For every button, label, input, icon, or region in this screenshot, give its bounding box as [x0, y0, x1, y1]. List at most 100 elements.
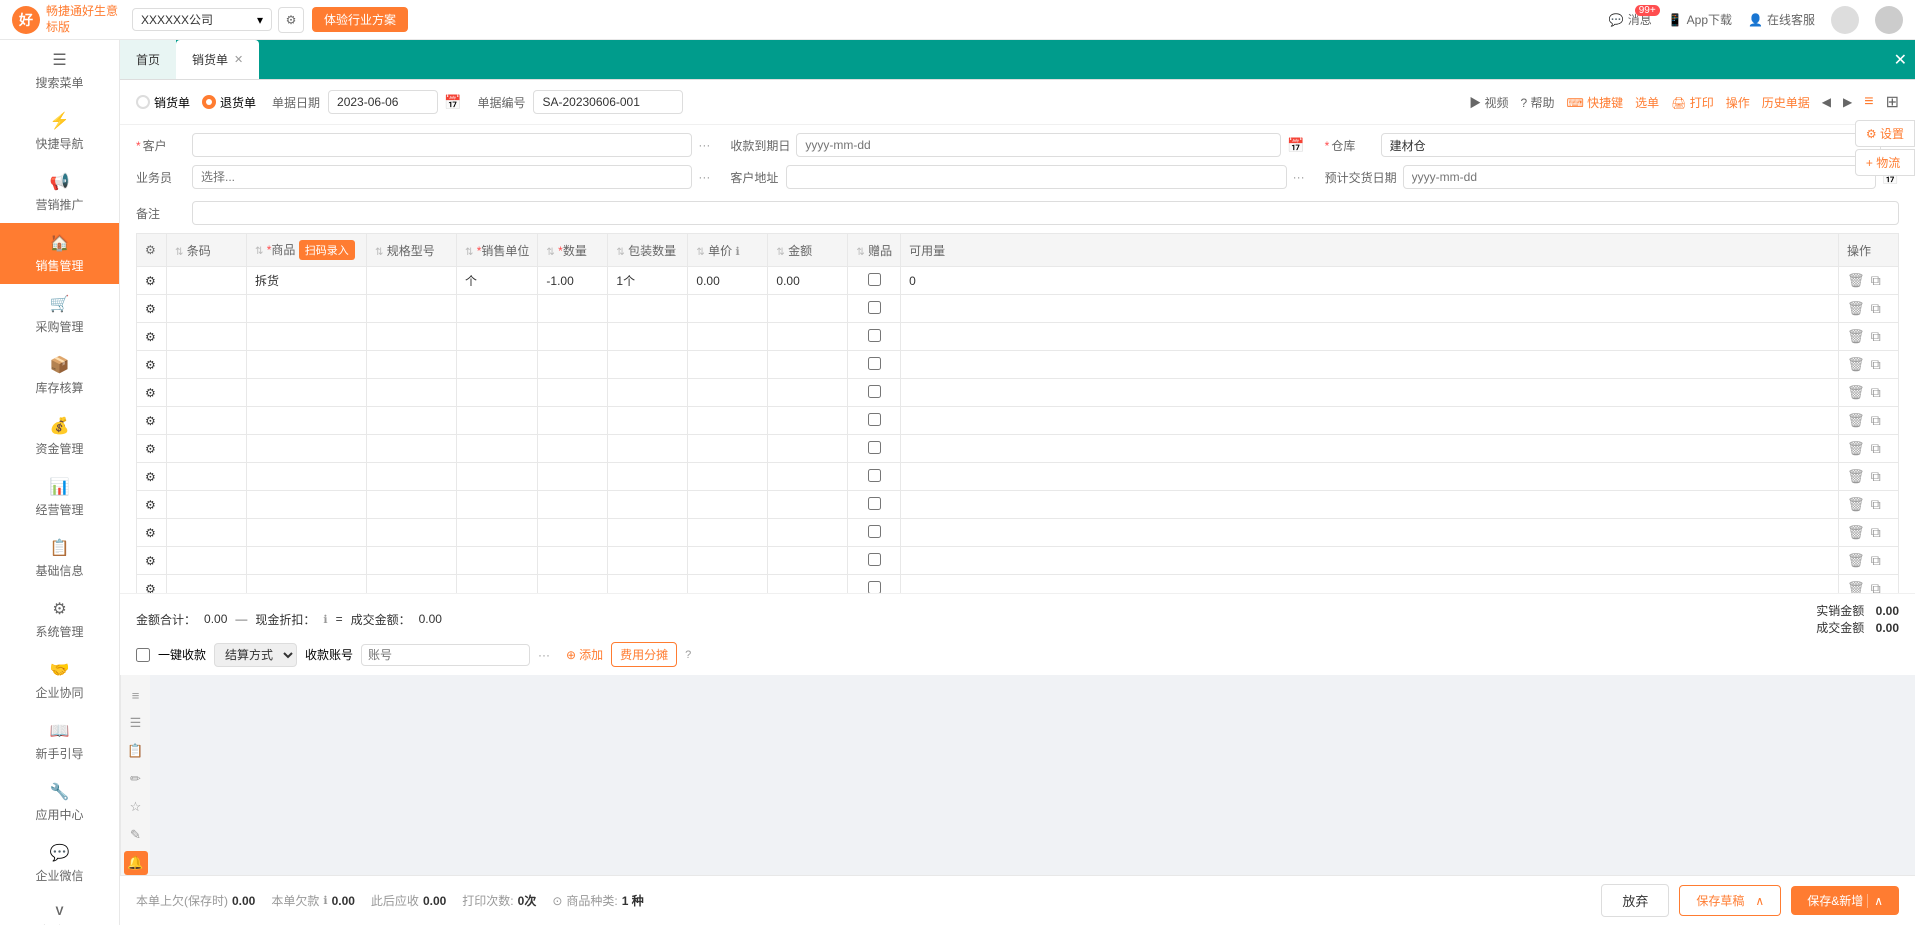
- delete-row-icon[interactable]: 🗑: [1847, 384, 1865, 401]
- row-qty[interactable]: [538, 575, 608, 594]
- pay-account-input[interactable]: [361, 644, 530, 666]
- row-unit[interactable]: [457, 463, 538, 491]
- row-pkgqty[interactable]: [608, 435, 688, 463]
- copy-row-icon[interactable]: ⧉: [1871, 552, 1881, 569]
- row-gear[interactable]: ⚙: [137, 575, 167, 594]
- row-spec[interactable]: [367, 519, 457, 547]
- settings-form-button[interactable]: ⚙ 设置: [1855, 120, 1915, 147]
- row-pkgqty[interactable]: [608, 463, 688, 491]
- row-pkgqty[interactable]: [608, 379, 688, 407]
- one-click-pay-checkbox[interactable]: [136, 648, 150, 662]
- row-gift-checkbox[interactable]: [848, 463, 901, 491]
- sidebar-item-system[interactable]: ⚙ 系统管理: [0, 589, 119, 650]
- row-spec[interactable]: [367, 323, 457, 351]
- row-product[interactable]: [247, 379, 367, 407]
- row-spec[interactable]: [367, 351, 457, 379]
- row-pkgqty[interactable]: [608, 407, 688, 435]
- row-qty[interactable]: -1.00: [538, 267, 608, 295]
- row-price[interactable]: [688, 323, 768, 351]
- notes-input[interactable]: [192, 201, 1899, 225]
- row-gift-checkbox[interactable]: [848, 295, 901, 323]
- row-qty[interactable]: [538, 351, 608, 379]
- row-gift-checkbox[interactable]: [848, 435, 901, 463]
- row-barcode[interactable]: [167, 463, 247, 491]
- row-qty[interactable]: [538, 379, 608, 407]
- tab-sales-order[interactable]: 销货单 ✕: [176, 40, 259, 79]
- discard-button[interactable]: 放弃: [1601, 884, 1669, 917]
- unit-sort-icon[interactable]: ⇅: [465, 247, 473, 258]
- add-payment-button[interactable]: ⊕ 添加: [566, 646, 603, 663]
- row-spec[interactable]: [367, 295, 457, 323]
- pay-method-select[interactable]: 结算方式: [214, 643, 297, 667]
- scan-barcode-button[interactable]: 扫码录入: [299, 240, 355, 260]
- copy-row-icon[interactable]: ⧉: [1871, 412, 1881, 429]
- row-product[interactable]: [247, 547, 367, 575]
- tab-close-icon[interactable]: ✕: [234, 53, 243, 66]
- pkg-sort-icon[interactable]: ⇅: [616, 247, 624, 258]
- row-price[interactable]: [688, 519, 768, 547]
- row-gift-checkbox[interactable]: [848, 491, 901, 519]
- row-product[interactable]: [247, 435, 367, 463]
- tab-home[interactable]: 首页: [120, 40, 176, 79]
- row-price[interactable]: [688, 379, 768, 407]
- row-product[interactable]: [247, 491, 367, 519]
- delete-row-icon[interactable]: 🗑: [1847, 272, 1865, 289]
- sidebar-item-purchase[interactable]: 🛒 采购管理: [0, 284, 119, 345]
- save-draft-button[interactable]: 保存草稿 ∧: [1679, 885, 1781, 916]
- row-unit[interactable]: [457, 407, 538, 435]
- app-download-button[interactable]: 📱 App下载: [1668, 11, 1732, 28]
- close-window-icon[interactable]: ✕: [1894, 52, 1907, 69]
- date-input[interactable]: [328, 90, 438, 114]
- row-barcode[interactable]: [167, 519, 247, 547]
- row-gear[interactable]: ⚙: [137, 547, 167, 575]
- salesman-dots[interactable]: ···: [698, 170, 710, 184]
- copy-row-icon[interactable]: ⧉: [1871, 272, 1881, 289]
- date-calendar-icon[interactable]: 📅: [444, 94, 461, 111]
- company-selector[interactable]: XXXXXX公司 ▾: [132, 8, 272, 31]
- row-gear[interactable]: ⚙: [137, 351, 167, 379]
- row-pkgqty[interactable]: [608, 519, 688, 547]
- row-gear[interactable]: ⚙: [137, 295, 167, 323]
- expense-info-icon[interactable]: ?: [685, 649, 691, 661]
- logistics-form-button[interactable]: + 物流: [1855, 149, 1915, 176]
- docnum-input[interactable]: [533, 90, 683, 114]
- row-price[interactable]: [688, 295, 768, 323]
- row-unit[interactable]: [457, 575, 538, 594]
- row-amount[interactable]: [768, 491, 848, 519]
- row-barcode[interactable]: [167, 547, 247, 575]
- sidebar-item-coop[interactable]: 🤝 企业协同: [0, 650, 119, 711]
- row-product[interactable]: [247, 407, 367, 435]
- row-barcode[interactable]: [167, 351, 247, 379]
- row-gear[interactable]: ⚙: [137, 267, 167, 295]
- avatar[interactable]: [1831, 6, 1859, 34]
- view-grid-icon[interactable]: ⊞: [1886, 92, 1899, 112]
- rp-icon-6[interactable]: ✎: [124, 823, 148, 847]
- copy-row-icon[interactable]: ⧉: [1871, 580, 1881, 593]
- online-service-button[interactable]: 👤 在线客服: [1748, 11, 1815, 28]
- price-info-icon[interactable]: ℹ: [735, 246, 739, 258]
- row-price[interactable]: 0.00: [688, 267, 768, 295]
- rp-icon-7[interactable]: 🔔: [124, 851, 148, 875]
- expected-date-input[interactable]: [1403, 165, 1876, 189]
- row-barcode[interactable]: [167, 491, 247, 519]
- row-product[interactable]: [247, 519, 367, 547]
- row-spec[interactable]: [367, 547, 457, 575]
- delete-row-icon[interactable]: 🗑: [1847, 496, 1865, 513]
- row-price[interactable]: [688, 491, 768, 519]
- row-unit[interactable]: [457, 351, 538, 379]
- row-price[interactable]: [688, 351, 768, 379]
- sidebar-item-inventory[interactable]: 📦 库存核算: [0, 345, 119, 406]
- copy-row-icon[interactable]: ⧉: [1871, 328, 1881, 345]
- row-qty[interactable]: [538, 407, 608, 435]
- select-btn[interactable]: 选单: [1635, 94, 1659, 111]
- delete-row-icon[interactable]: 🗑: [1847, 552, 1865, 569]
- sidebar-item-marketing[interactable]: 📢 营销推广: [0, 162, 119, 223]
- row-gear[interactable]: ⚙: [137, 323, 167, 351]
- row-spec[interactable]: [367, 267, 457, 295]
- row-product[interactable]: [247, 323, 367, 351]
- row-barcode[interactable]: [167, 407, 247, 435]
- row-unit[interactable]: [457, 547, 538, 575]
- copy-row-icon[interactable]: ⧉: [1871, 440, 1881, 457]
- row-gift-checkbox[interactable]: [848, 323, 901, 351]
- rp-icon-3[interactable]: 📋: [124, 739, 148, 763]
